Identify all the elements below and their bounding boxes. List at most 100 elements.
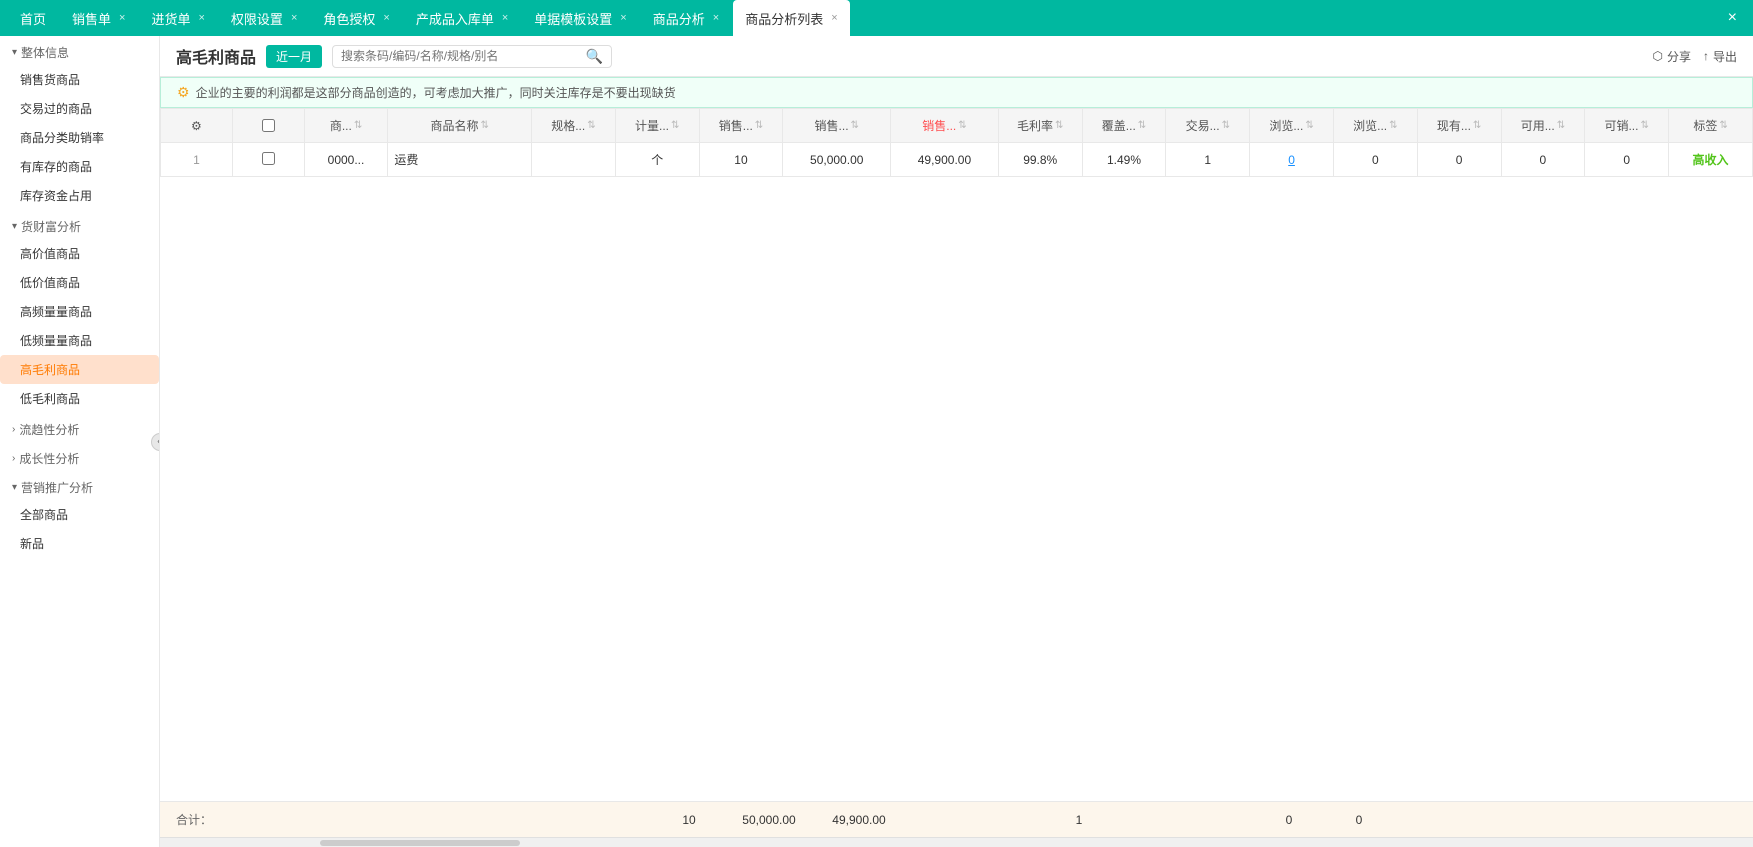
th-available[interactable]: 可用...⇅ <box>1501 109 1585 143</box>
close-sales-order[interactable]: × <box>119 12 125 24</box>
th-code[interactable]: 商...⇅ <box>304 109 388 143</box>
footer-sales-qty: 10 <box>654 813 724 827</box>
close-product-analysis-list[interactable]: × <box>831 12 837 24</box>
search-box[interactable]: 🔍 <box>332 45 612 68</box>
footer-current-stock: 0 <box>1254 813 1324 827</box>
sidebar-item-in-stock-goods[interactable]: 有库存的商品 <box>0 152 159 181</box>
export-icon: ↑ <box>1703 49 1709 63</box>
sidebar-item-traded-goods[interactable]: 交易过的商品 <box>0 94 159 123</box>
th-sales-amount[interactable]: 销售...⇅ <box>783 109 891 143</box>
row-num: 1 <box>161 143 233 177</box>
sort-icon-6: ⇅ <box>851 120 859 131</box>
th-browse2[interactable]: 浏览...⇅ <box>1333 109 1417 143</box>
sidebar-item-low-margin[interactable]: 低毛利商品 <box>0 384 159 413</box>
row-margin-rate: 99.8% <box>998 143 1082 177</box>
sort-icon-4: ⇅ <box>671 120 679 131</box>
sidebar-group-trend[interactable]: › 流趋性分析 <box>0 413 159 442</box>
th-settings[interactable]: ⚙ <box>161 109 233 143</box>
table-header-row: ⚙ 商...⇅ 商品名称⇅ 规格...⇅ <box>161 109 1753 143</box>
th-spec[interactable]: 规格...⇅ <box>532 109 616 143</box>
row-sales-qty: 10 <box>699 143 783 177</box>
sort-icon-14: ⇅ <box>1557 120 1565 131</box>
nav-product-analysis[interactable]: 商品分析 × <box>641 0 731 36</box>
sidebar-group-marketing[interactable]: ▾ 营销推广分析 <box>0 471 159 500</box>
arrow-icon: ▾ <box>12 47 17 58</box>
sidebar-group-overall-info[interactable]: ▾ 整体信息 <box>0 36 159 65</box>
header-actions: ⬡ 分享 ↑ 导出 <box>1652 48 1737 65</box>
footer-sales-cost: 49,900.00 <box>814 813 904 827</box>
sidebar-group-asset-analysis[interactable]: ▾ 货财富分析 <box>0 210 159 239</box>
th-checkbox[interactable] <box>232 109 304 143</box>
nav-role-permission[interactable]: 角色授权 × <box>311 0 401 36</box>
th-sellable[interactable]: 可销...⇅ <box>1585 109 1669 143</box>
sort-icon: ⇅ <box>354 120 362 131</box>
close-permission-settings[interactable]: × <box>291 12 297 24</box>
close-product-analysis[interactable]: × <box>713 12 719 24</box>
th-current-stock[interactable]: 现有...⇅ <box>1417 109 1501 143</box>
share-btn[interactable]: ⬡ 分享 <box>1652 48 1691 65</box>
row-checkbox-cell[interactable] <box>232 143 304 177</box>
th-unit[interactable]: 计量...⇅ <box>615 109 699 143</box>
data-table: ⚙ 商...⇅ 商品名称⇅ 规格...⇅ <box>160 108 1753 177</box>
sort-icon-8: ⇅ <box>1055 120 1063 131</box>
sidebar-item-high-margin[interactable]: 高毛利商品 <box>0 355 159 384</box>
arrow-icon-5: ▾ <box>12 482 17 493</box>
export-btn[interactable]: ↑ 导出 <box>1703 48 1737 65</box>
th-browse1[interactable]: 浏览...⇅ <box>1250 109 1334 143</box>
sidebar-item-goods-assist-rate[interactable]: 商品分类助销率 <box>0 123 159 152</box>
row-tag: 高收入 <box>1669 143 1753 177</box>
scrollbar-thumb[interactable] <box>320 840 520 846</box>
horizontal-scrollbar[interactable] <box>160 837 1753 847</box>
table-row: 1 0000... 运费 个 10 50,000.00 49,900.00 99… <box>161 143 1753 177</box>
close-form-template[interactable]: × <box>620 12 626 24</box>
sort-icon-2: ⇅ <box>481 120 489 131</box>
sidebar-item-stock-capital[interactable]: 库存资金占用 <box>0 181 159 210</box>
sidebar: « ▾ 整体信息 销售货商品 交易过的商品 商品分类助销率 有库存的商品 库存资… <box>0 36 160 847</box>
sidebar-item-all-goods[interactable]: 全部商品 <box>0 500 159 529</box>
row-sales-cost: 49,900.00 <box>891 143 999 177</box>
th-margin-rate[interactable]: 毛利率⇅ <box>998 109 1082 143</box>
nav-product-analysis-list[interactable]: 商品分析列表 × <box>733 0 849 36</box>
nav-product-entry[interactable]: 产成品入库单 × <box>404 0 520 36</box>
footer-total: 合计： 10 50,000.00 49,900.00 1 0 0 <box>160 801 1753 837</box>
sort-icon-7: ⇅ <box>958 120 966 131</box>
sidebar-item-high-value[interactable]: 高价值商品 <box>0 239 159 268</box>
th-coverage[interactable]: 覆盖...⇅ <box>1082 109 1166 143</box>
top-nav: 首页 销售单 × 进货单 × 权限设置 × 角色授权 × 产成品入库单 × 单据… <box>0 0 1753 36</box>
th-sales-cost[interactable]: 销售...⇅ <box>891 109 999 143</box>
nav-sales-order[interactable]: 销售单 × <box>60 0 137 36</box>
search-input[interactable] <box>341 49 586 63</box>
table-wrapper: ⚙ 商...⇅ 商品名称⇅ 规格...⇅ <box>160 108 1753 801</box>
close-window-btn[interactable]: × <box>1720 9 1745 27</box>
footer-transaction: 1 <box>1044 813 1114 827</box>
sidebar-item-low-value[interactable]: 低价值商品 <box>0 268 159 297</box>
sidebar-item-high-freq[interactable]: 高频量量商品 <box>0 297 159 326</box>
row-checkbox[interactable] <box>262 152 275 165</box>
nav-purchase-order[interactable]: 进货单 × <box>139 0 216 36</box>
sort-icon-16: ⇅ <box>1719 120 1727 131</box>
close-purchase-order[interactable]: × <box>198 12 204 24</box>
row-sales-amount: 50,000.00 <box>783 143 891 177</box>
select-all-checkbox[interactable] <box>262 119 275 132</box>
row-transaction: 1 <box>1166 143 1250 177</box>
sidebar-item-new-goods[interactable]: 新品 <box>0 529 159 558</box>
sidebar-item-low-freq[interactable]: 低频量量商品 <box>0 326 159 355</box>
close-role-permission[interactable]: × <box>383 12 389 24</box>
close-product-entry[interactable]: × <box>502 12 508 24</box>
th-sales-qty[interactable]: 销售...⇅ <box>699 109 783 143</box>
row-current-stock: 0 <box>1417 143 1501 177</box>
nav-home[interactable]: 首页 <box>8 0 58 36</box>
arrow-icon-4: › <box>12 453 15 464</box>
search-icon[interactable]: 🔍 <box>586 48 603 65</box>
sort-icon-3: ⇅ <box>587 120 595 131</box>
th-tag[interactable]: 标签⇅ <box>1669 109 1753 143</box>
row-browse1[interactable]: 0 <box>1250 143 1334 177</box>
nav-form-template[interactable]: 单据模板设置 × <box>522 0 638 36</box>
filter-btn[interactable]: 近一月 <box>266 45 322 68</box>
nav-permission-settings[interactable]: 权限设置 × <box>219 0 309 36</box>
th-name[interactable]: 商品名称⇅ <box>388 109 532 143</box>
sort-icon-15: ⇅ <box>1640 120 1648 131</box>
sidebar-group-growth[interactable]: › 成长性分析 <box>0 442 159 471</box>
th-transaction[interactable]: 交易...⇅ <box>1166 109 1250 143</box>
sidebar-item-sales-goods[interactable]: 销售货商品 <box>0 65 159 94</box>
